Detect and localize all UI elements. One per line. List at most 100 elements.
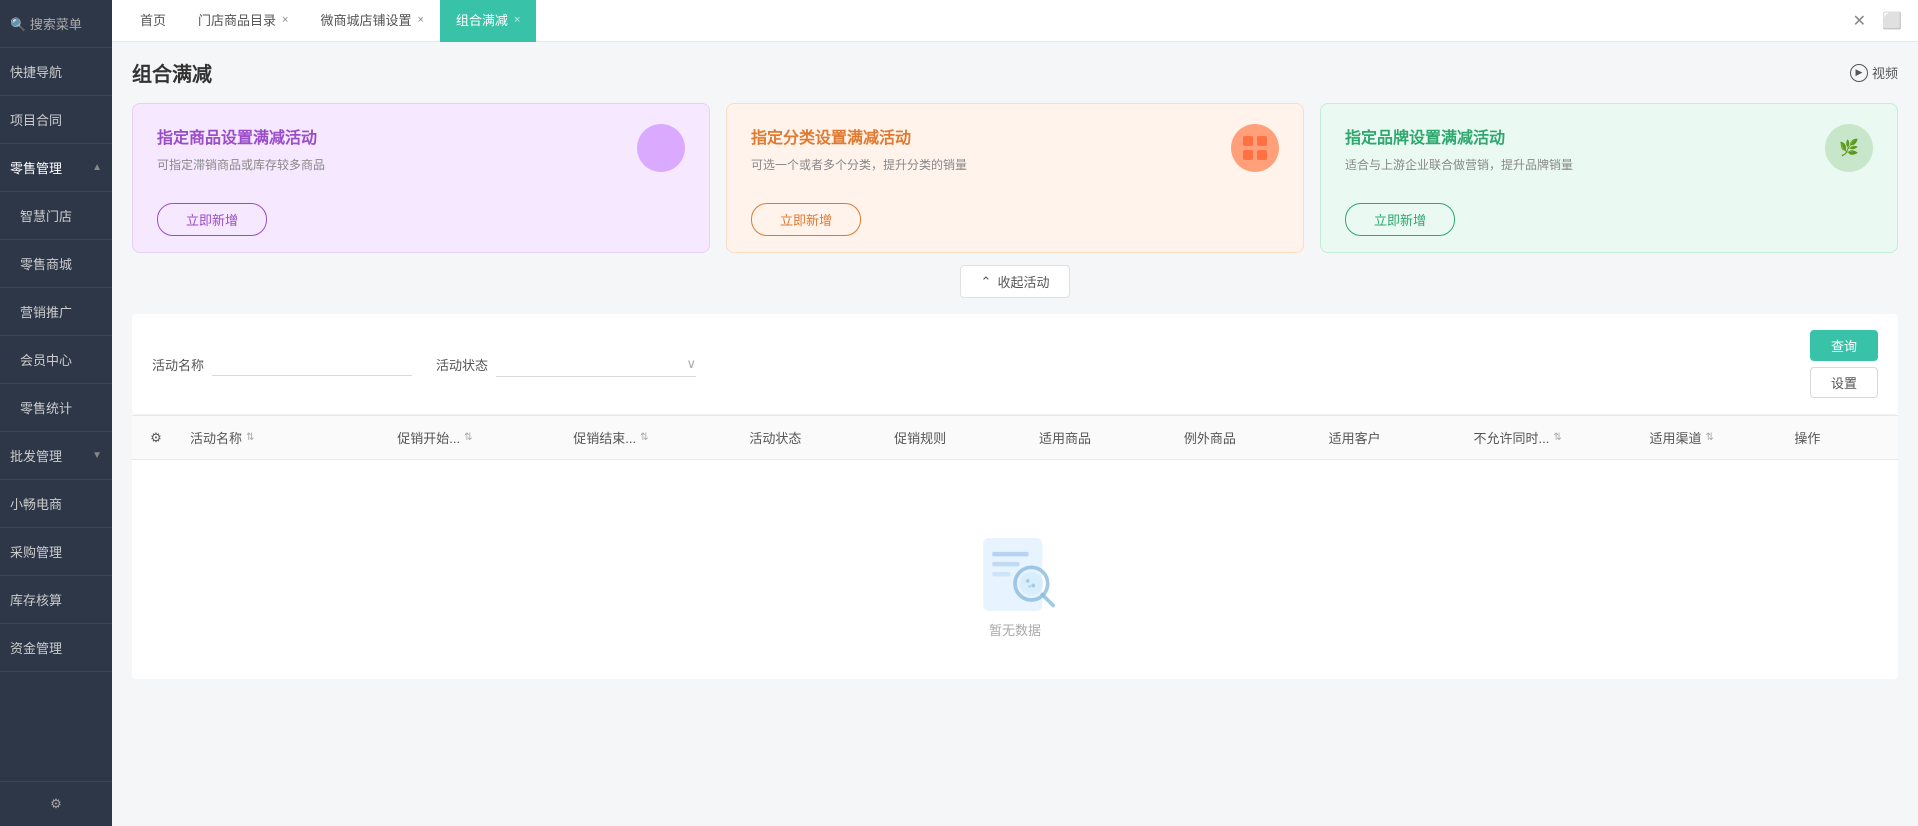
th-gear[interactable]: ⚙ [132, 418, 180, 458]
card-brand-desc: 适合与上游企业联合做营销，提升品牌销量 [1345, 156, 1873, 174]
filter-status-select[interactable]: ∨ [496, 352, 696, 377]
tab-store-catalog[interactable]: 门店商品目录 × [182, 0, 304, 42]
chevron-up-icon: ▲ [92, 162, 102, 173]
sidebar-item-finance-mgmt[interactable]: 资金管理 [0, 624, 112, 672]
sidebar-item-label: 零售统计 [20, 398, 72, 417]
tabs-right-controls: ✕ ⬜ [1849, 7, 1906, 35]
query-button[interactable]: 查询 [1810, 330, 1878, 361]
th-end-label: 促销结束... [573, 428, 636, 447]
chevron-up-icon: ⌃ [981, 274, 992, 290]
tabs-bar: 首页 门店商品目录 × 微商城店铺设置 × 组合满减 × ✕ ⬜ [112, 0, 1918, 42]
svg-text:🌿: 🌿 [1839, 138, 1859, 157]
th-except-label: 例外商品 [1184, 428, 1236, 447]
collapse-activities-button[interactable]: ⌃ 收起活动 [960, 265, 1071, 298]
close-window-button[interactable]: ✕ [1849, 7, 1870, 35]
tab-close-icon[interactable]: × [282, 14, 288, 26]
sidebar-item-smart-store[interactable]: 智慧门店 [0, 192, 112, 240]
th-name[interactable]: 活动名称 ⇅ [180, 416, 387, 459]
card-category-title: 指定分类设置满减活动 [751, 124, 1279, 148]
tab-label: 首页 [140, 10, 166, 29]
sort-icon: ⇅ [1553, 432, 1561, 443]
sidebar-item-label: 会员中心 [20, 350, 72, 369]
th-ops: 操作 [1784, 416, 1898, 459]
sidebar-item-label: 智慧门店 [20, 206, 72, 225]
card-brand: 指定品牌设置满减活动 适合与上游企业联合做营销，提升品牌销量 🌿 立即新增 [1320, 103, 1898, 253]
tab-wechat-settings[interactable]: 微商城店铺设置 × [304, 0, 439, 42]
th-status-label: 活动状态 [749, 428, 801, 447]
maximize-window-button[interactable]: ⬜ [1878, 7, 1906, 35]
card-category-desc: 可选一个或者多个分类，提升分类的销量 [751, 156, 1279, 174]
empty-illustration [960, 520, 1070, 620]
sort-icon: ⇅ [640, 432, 648, 443]
play-icon: ▶ [1850, 64, 1868, 82]
sidebar-settings[interactable]: ⚙ [0, 781, 112, 826]
th-start-label: 促销开始... [397, 428, 460, 447]
sidebar-item-member-center[interactable]: 会员中心 [0, 336, 112, 384]
page-title: 组合满减 [132, 58, 212, 87]
empty-state: 暂无数据 [132, 460, 1898, 679]
sidebar-item-label: 批发管理 [10, 446, 62, 465]
sidebar-search-label: 搜索菜单 [30, 17, 82, 32]
sidebar-item-label: 项目合同 [10, 110, 62, 129]
empty-text: 暂无数据 [989, 620, 1041, 639]
main-content: 首页 门店商品目录 × 微商城店铺设置 × 组合满减 × ✕ ⬜ 组合满减 ▶ … [112, 0, 1918, 826]
sidebar-item-marketing[interactable]: 营销推广 [0, 288, 112, 336]
chevron-down-icon: ▼ [92, 450, 102, 461]
sort-icon: ⇅ [246, 432, 254, 443]
video-link[interactable]: ▶ 视频 [1850, 63, 1898, 82]
sidebar-item-label: 零售商城 [20, 254, 72, 273]
tab-combo-discount[interactable]: 组合满减 × [440, 0, 536, 42]
tab-close-icon[interactable]: × [417, 14, 423, 26]
th-status: 活动状态 [739, 416, 884, 459]
tab-close-icon[interactable]: × [514, 14, 520, 26]
card-brand-add-button[interactable]: 立即新增 [1345, 203, 1455, 236]
card-goods-title: 指定商品设置满减活动 [157, 124, 685, 148]
sidebar-item-retail-mgmt[interactable]: 零售管理 ▲ [0, 144, 112, 192]
sidebar-search[interactable]: 🔍 搜索菜单 [0, 0, 112, 48]
sidebar-item-project-contract[interactable]: 项目合同 [0, 96, 112, 144]
sidebar-item-inventory-calc[interactable]: 库存核算 [0, 576, 112, 624]
card-brand-icon: 🌿 [1825, 124, 1873, 172]
sidebar-item-label: 资金管理 [10, 638, 62, 657]
table-header: ⚙ 活动名称 ⇅ 促销开始... ⇅ 促销结束... ⇅ [132, 415, 1898, 460]
setting-button[interactable]: 设置 [1810, 367, 1878, 398]
sidebar-item-label: 采购管理 [10, 542, 62, 561]
sidebar-item-retail-stats[interactable]: 零售统计 [0, 384, 112, 432]
card-goods-add-button[interactable]: 立即新增 [157, 203, 267, 236]
gear-icon: ⚙ [50, 796, 62, 811]
filter-table-container: 活动名称 活动状态 ∨ 查询 设置 [132, 314, 1898, 679]
tab-home[interactable]: 首页 [124, 0, 182, 42]
th-notsimul[interactable]: 不允许同时... ⇅ [1463, 416, 1639, 459]
sidebar-item-label: 库存核算 [10, 590, 62, 609]
card-goods-desc: 可指定滞销商品或库存较多商品 [157, 156, 685, 174]
search-icon: 🔍 [10, 17, 26, 32]
th-except: 例外商品 [1174, 416, 1319, 459]
page-content: 组合满减 ▶ 视频 指定商品设置满减活动 可指定滞销商品或库存较多商品 🛍 [112, 42, 1918, 826]
tab-label: 门店商品目录 [198, 10, 276, 29]
card-category: 指定分类设置满减活动 可选一个或者多个分类，提升分类的销量 立即新增 [726, 103, 1304, 253]
video-label: 视频 [1872, 63, 1898, 82]
th-end[interactable]: 促销结束... ⇅ [563, 416, 739, 459]
th-customer: 适用客户 [1319, 416, 1464, 459]
cards-row: 指定商品设置满减活动 可指定滞销商品或库存较多商品 🛍 立即新增 指定分类设置满… [132, 103, 1898, 253]
sidebar-item-purchase-mgmt[interactable]: 采购管理 [0, 528, 112, 576]
card-category-add-button[interactable]: 立即新增 [751, 203, 861, 236]
filter-actions: 查询 设置 [1810, 330, 1878, 398]
th-ops-label: 操作 [1794, 428, 1820, 447]
th-name-label: 活动名称 [190, 428, 242, 447]
sidebar-item-wholesale-mgmt[interactable]: 批发管理 ▼ [0, 432, 112, 480]
table-section: ⚙ 活动名称 ⇅ 促销开始... ⇅ 促销结束... ⇅ [132, 415, 1898, 679]
th-goods: 适用商品 [1029, 416, 1174, 459]
th-channel[interactable]: 适用渠道 ⇅ [1640, 416, 1785, 459]
sidebar-item-xiaochang[interactable]: 小畅电商 [0, 480, 112, 528]
card-goods-icon: 🛍 [637, 124, 685, 172]
th-start[interactable]: 促销开始... ⇅ [387, 416, 563, 459]
filter-status-field: 活动状态 ∨ [436, 352, 696, 377]
card-brand-title: 指定品牌设置满减活动 [1345, 124, 1873, 148]
page-header: 组合满减 ▶ 视频 [132, 58, 1898, 87]
filter-row: 活动名称 活动状态 ∨ 查询 设置 [132, 314, 1898, 415]
sidebar-item-label: 小畅电商 [10, 494, 62, 513]
sidebar-item-retail-mall[interactable]: 零售商城 [0, 240, 112, 288]
filter-name-input[interactable] [212, 352, 412, 376]
sidebar-item-quick-nav[interactable]: 快捷导航 [0, 48, 112, 96]
